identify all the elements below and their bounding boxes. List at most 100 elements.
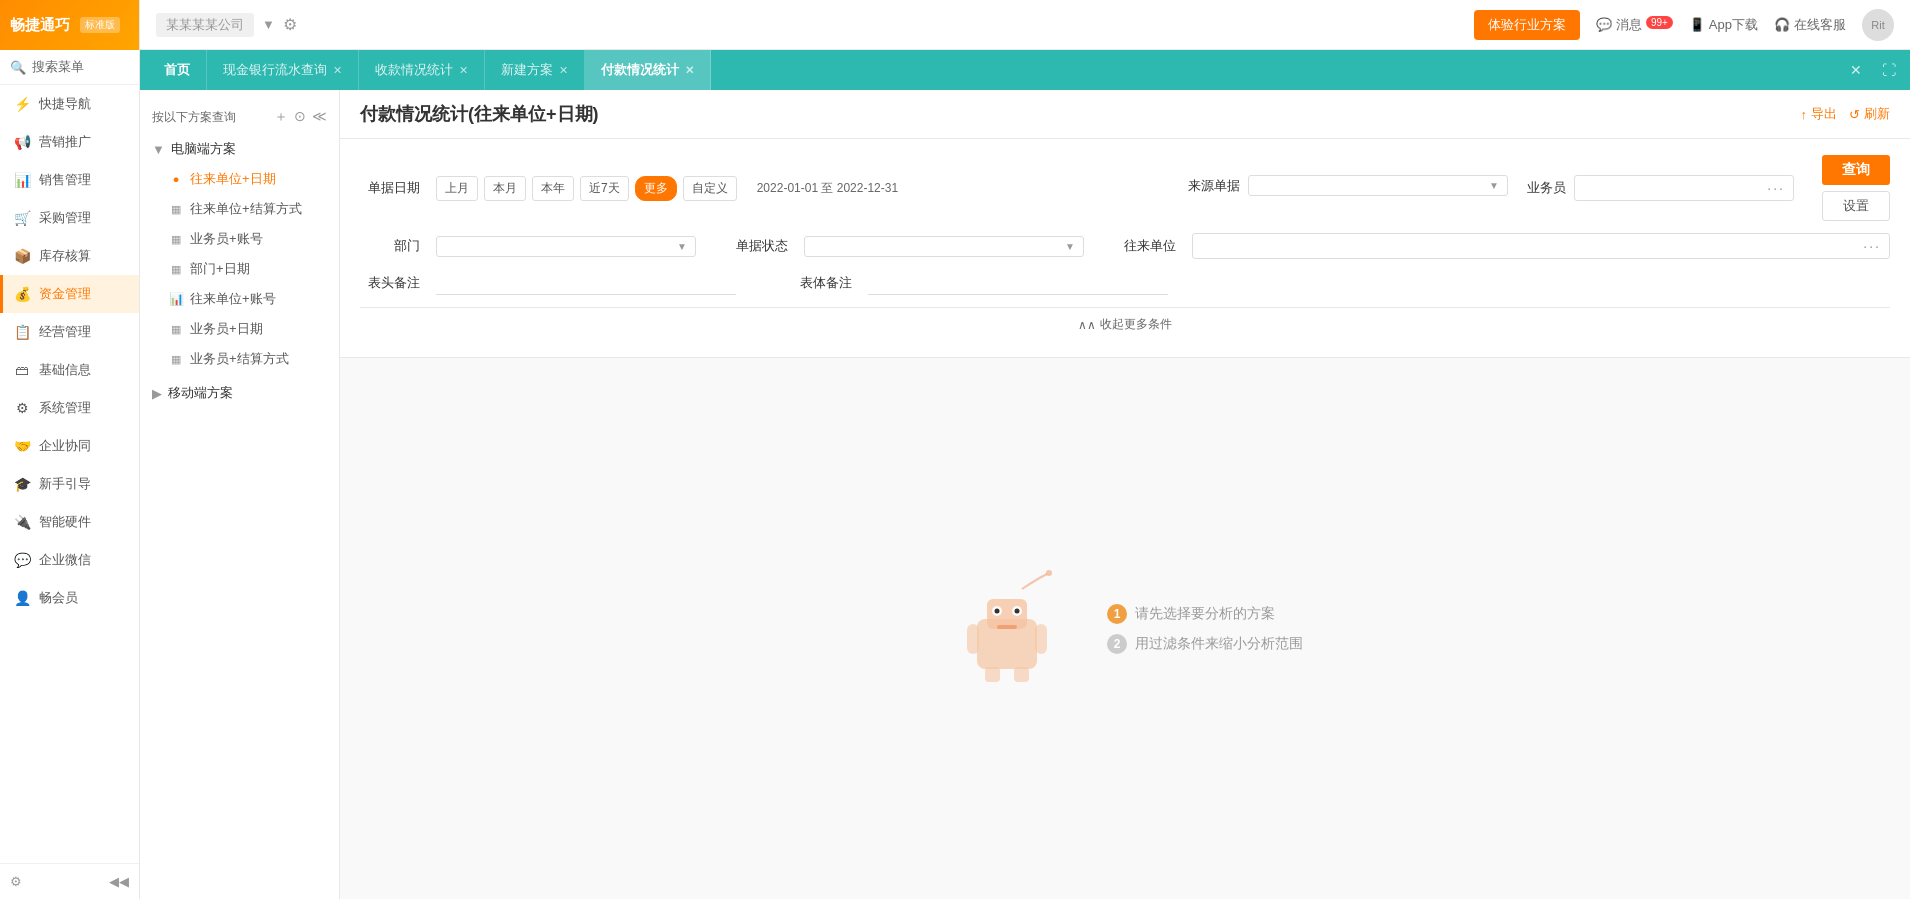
add-scheme-icon[interactable]: ＋ [274,108,288,126]
mobile-group-title[interactable]: ▶ 移动端方案 [140,378,339,408]
message-btn[interactable]: 💬 消息 99+ [1596,16,1673,34]
footer-collapse-icon[interactable]: ◀◀ [109,874,129,889]
sidebar-label: 采购管理 [39,209,91,227]
sidebar-item-enterprise[interactable]: 🤝 企业协同 [0,427,139,465]
scheme-salesman-settlement[interactable]: ▦ 业务员+结算方式 [140,344,339,374]
sidebar-item-finance[interactable]: 💰 资金管理 [0,275,139,313]
svg-point-11 [1046,570,1052,576]
settings-scheme-icon[interactable]: ⊙ [294,108,306,126]
panel-title: 按以下方案查询 [152,109,236,126]
app-download-label: App下载 [1709,16,1758,34]
scheme-counterpart-settlement[interactable]: ▦ 往来单位+结算方式 [140,194,339,224]
source-select[interactable]: ▼ [1248,175,1508,196]
sidebar-item-operation[interactable]: 📋 经营管理 [0,313,139,351]
sidebar-label: 经营管理 [39,323,91,341]
industry-btn[interactable]: 体验行业方案 [1474,10,1580,40]
tab-home[interactable]: 首页 [148,50,207,90]
date-more[interactable]: 更多 [635,176,677,201]
app-download-btn[interactable]: 📱 App下载 [1689,16,1758,34]
search-menu-label: 搜索菜单 [32,58,84,76]
date-custom[interactable]: 自定义 [683,176,737,201]
scheme-counterpart-account[interactable]: 📊 往来单位+账号 [140,284,339,314]
user-avatar[interactable]: Rit [1862,9,1894,41]
sidebar-item-wechat[interactable]: 💬 企业微信 [0,541,139,579]
tab-new-scheme-label: 新建方案 [501,61,553,79]
scheme-grid-icon: ▦ [168,201,184,217]
company-dropdown-icon[interactable]: ▼ [262,17,275,32]
scheme-salesman-account[interactable]: ▦ 业务员+账号 [140,224,339,254]
desktop-scheme-group: ▼ 电脑端方案 ● 往来单位+日期 ▦ 往来单位+结算方式 ▦ 业务员+账号 ▦ [140,134,339,374]
sidebar-item-inventory[interactable]: 📦 库存核算 [0,237,139,275]
topbar-right: 体验行业方案 💬 消息 99+ 📱 App下载 🎧 在线客服 Rit [1474,9,1894,41]
sidebar-label: 库存核算 [39,247,91,265]
svg-rect-9 [985,667,1000,682]
date-last-7-days[interactable]: 近7天 [580,176,629,201]
sidebar-item-guide[interactable]: 🎓 新手引导 [0,465,139,503]
search-menu[interactable]: 🔍 搜索菜单 [0,50,139,85]
sidebar-item-hardware[interactable]: 🔌 智能硬件 [0,503,139,541]
dept-select[interactable]: ▼ [436,236,696,257]
tab-bank-flow-close[interactable]: ✕ [333,64,342,77]
sidebar-label: 系统管理 [39,399,91,417]
date-this-year[interactable]: 本年 [532,176,574,201]
refresh-btn[interactable]: ↺ 刷新 [1849,105,1890,123]
tab-maximize[interactable]: ⛶ [1876,60,1902,80]
footer-settings-icon[interactable]: ⚙ [10,874,22,889]
user-avatar-text: Rit [1871,19,1884,31]
basic-info-icon: 🗃 [13,361,31,379]
panel-actions: ＋ ⊙ ≪ [274,108,327,126]
date-this-month[interactable]: 本月 [484,176,526,201]
query-btn[interactable]: 查询 [1822,155,1890,185]
empty-tip-2: 2 用过滤条件来缩小分析范围 [1107,634,1303,654]
panel-header: 按以下方案查询 ＋ ⊙ ≪ [140,100,339,134]
tab-collection-close[interactable]: ✕ [459,64,468,77]
export-btn[interactable]: ↑ 导出 [1801,105,1838,123]
sidebar-label: 企业协同 [39,437,91,455]
mobile-group-label: 移动端方案 [168,384,233,402]
enterprise-icon: 🤝 [13,437,31,455]
export-icon: ↑ [1801,107,1808,122]
sidebar-item-sales[interactable]: 📊 销售管理 [0,161,139,199]
collapse-filter-btn[interactable]: ∧∧ 收起更多条件 [360,307,1890,341]
filter-area: 单据日期 上月 本月 本年 近7天 更多 自定义 2022-01-01 至 20… [340,139,1910,358]
sidebar-label: 基础信息 [39,361,91,379]
tab-new-scheme[interactable]: 新建方案 ✕ [485,50,585,90]
sidebar-item-member[interactable]: 👤 畅会员 [0,579,139,617]
sidebar-item-quick-nav[interactable]: ⚡ 快捷导航 [0,85,139,123]
counterpart-select[interactable]: ··· [1192,233,1890,259]
topbar-settings-icon[interactable]: ⚙ [283,15,297,34]
inventory-icon: 📦 [13,247,31,265]
tab-payment-stats-close[interactable]: ✕ [685,64,694,77]
scheme-counterpart-date[interactable]: ● 往来单位+日期 [140,164,339,194]
page-actions: ↑ 导出 ↺ 刷新 [1801,105,1891,123]
operation-icon: 📋 [13,323,31,341]
scheme-dept-date[interactable]: ▦ 部门+日期 [140,254,339,284]
bill-status-select[interactable]: ▼ [804,236,1084,257]
salesman-select[interactable]: ··· [1574,175,1794,201]
sidebar-label: 营销推广 [39,133,91,151]
online-service-btn[interactable]: 🎧 在线客服 [1774,16,1846,34]
right-content: 付款情况统计(往来单位+日期) ↑ 导出 ↺ 刷新 单据日期 [340,90,1910,899]
sidebar-item-system[interactable]: ⚙ 系统管理 [0,389,139,427]
content-area: 按以下方案查询 ＋ ⊙ ≪ ▼ 电脑端方案 ● 往来单位+日期 ▦ [140,90,1910,899]
desktop-group-title[interactable]: ▼ 电脑端方案 [140,134,339,164]
sidebar: 畅捷通巧 标准版 🔍 搜索菜单 ⚡ 快捷导航 📢 营销推广 📊 销售管理 🛒 采… [0,0,140,899]
sidebar-label: 企业微信 [39,551,91,569]
date-range-display: 2022-01-01 至 2022-12-31 [757,180,898,197]
sidebar-item-marketing[interactable]: 📢 营销推广 [0,123,139,161]
tab-new-scheme-close[interactable]: ✕ [559,64,568,77]
scheme-label: 往来单位+结算方式 [190,200,302,218]
date-last-month[interactable]: 上月 [436,176,478,201]
tab-collection-stats[interactable]: 收款情况统计 ✕ [359,50,485,90]
tab-bank-flow[interactable]: 现金银行流水查询 ✕ [207,50,359,90]
sidebar-item-purchase[interactable]: 🛒 采购管理 [0,199,139,237]
filter-settings-btn[interactable]: 设置 [1822,191,1890,221]
table-header-note-input[interactable] [436,271,736,295]
tab-payment-stats[interactable]: 付款情况统计 ✕ [585,50,711,90]
salesman-dots-icon: ··· [1767,180,1785,196]
sidebar-item-basic-info[interactable]: 🗃 基础信息 [0,351,139,389]
tab-close-all[interactable]: ✕ [1844,60,1868,80]
scheme-salesman-date[interactable]: ▦ 业务员+日期 [140,314,339,344]
table-body-note-input[interactable] [868,271,1168,295]
collapse-panel-icon[interactable]: ≪ [312,108,327,126]
